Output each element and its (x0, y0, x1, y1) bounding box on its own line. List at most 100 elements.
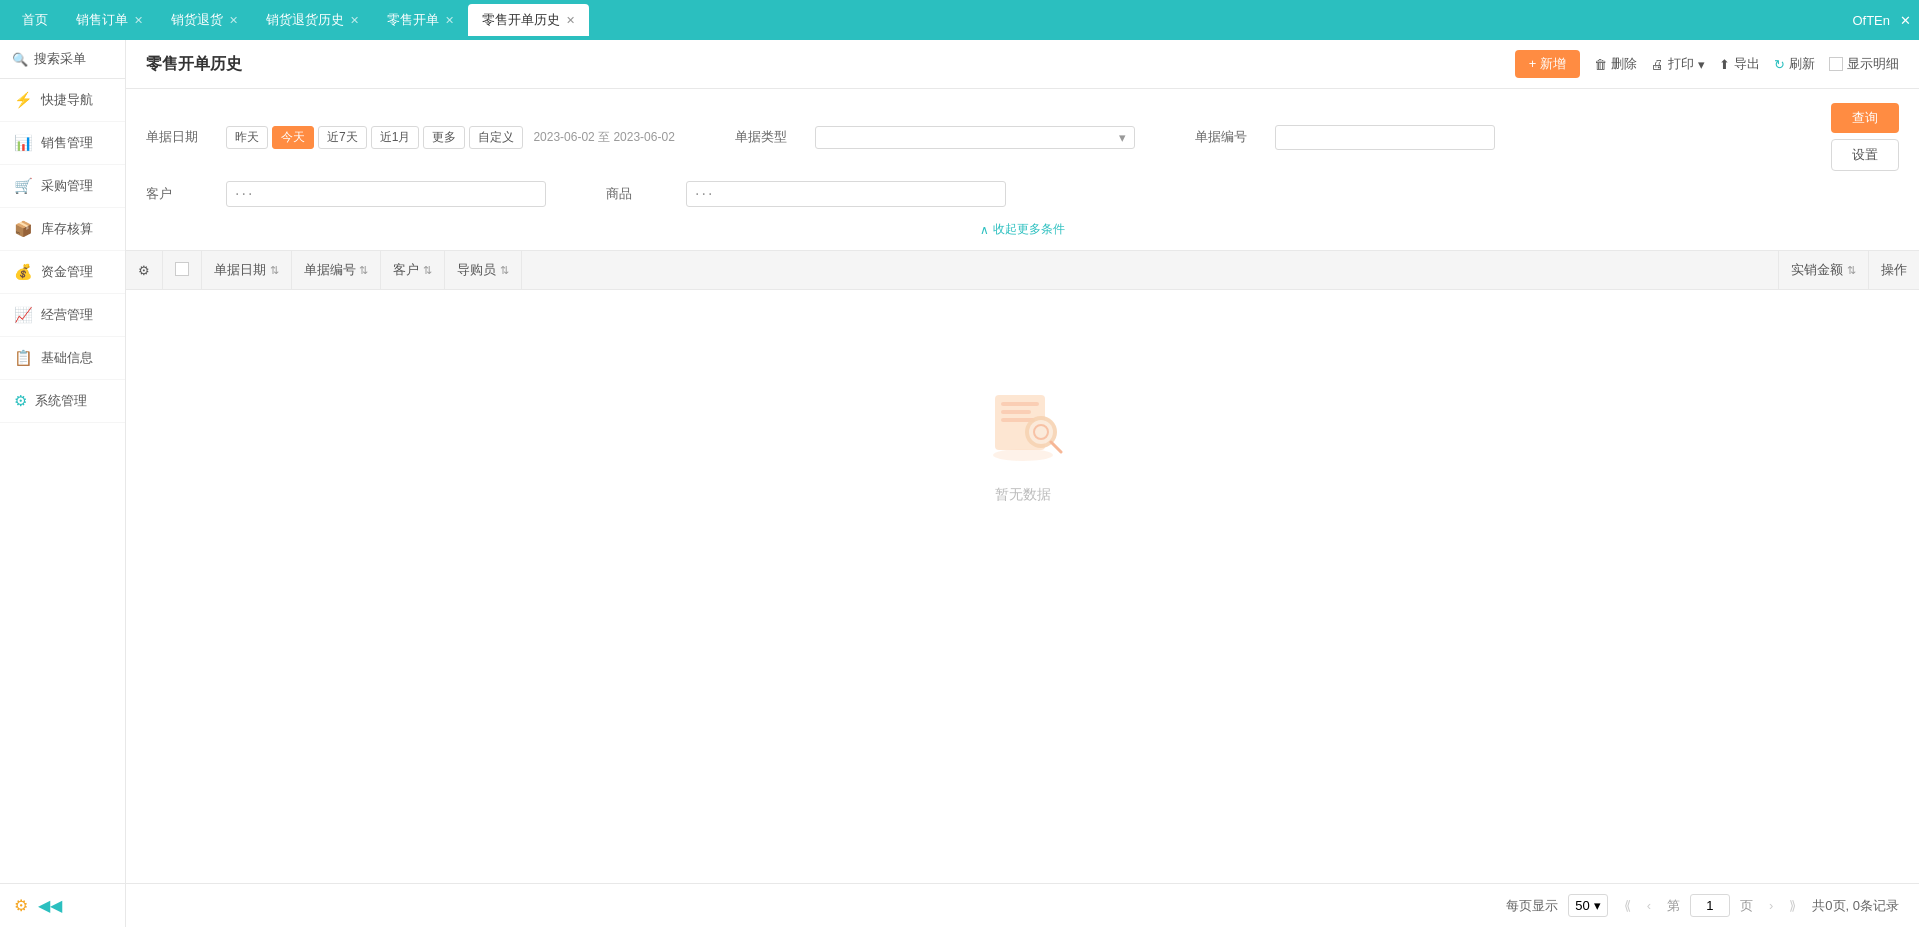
date-btn-more[interactable]: 更多 (423, 126, 465, 149)
show-detail-toggle[interactable]: 显示明细 (1829, 55, 1899, 73)
date-btn-today[interactable]: 今天 (272, 126, 314, 149)
page-size-arrow: ▾ (1594, 898, 1601, 913)
date-btn-yesterday[interactable]: 昨天 (226, 126, 268, 149)
sidebar-collapse-icon[interactable]: ◀◀ (38, 896, 62, 915)
sidebar-item-sales[interactable]: 📊 销售管理 (0, 122, 125, 165)
product-filter-select[interactable]: ··· (686, 181, 1006, 207)
tab-retail-open[interactable]: 零售开单 ✕ (373, 4, 468, 36)
close-tab-sales-order-icon[interactable]: ✕ (134, 14, 143, 27)
tab-home-label: 首页 (22, 11, 48, 29)
refresh-icon: ↻ (1774, 57, 1785, 72)
export-icon: ⬆ (1719, 57, 1730, 72)
tab-sales-order[interactable]: 销售订单 ✕ (62, 4, 157, 36)
delete-button[interactable]: 🗑 删除 (1594, 55, 1637, 73)
th-guide[interactable]: 导购员 ⇅ (444, 251, 521, 290)
purchase-icon: 🛒 (14, 177, 33, 195)
query-button[interactable]: 查询 (1831, 103, 1899, 133)
page-title: 零售开单历史 (146, 54, 242, 75)
system-icon: ⚙ (14, 392, 27, 410)
sidebar: 🔍 搜索采单 ⚡ 快捷导航 📊 销售管理 🛒 采购管理 📦 库存核算 💰 资金管… (0, 40, 126, 927)
th-date[interactable]: 单据日期 ⇅ (202, 251, 292, 290)
number-filter-input[interactable] (1275, 125, 1495, 150)
customer-filter-select[interactable]: ··· (226, 181, 546, 207)
number-filter-label: 单据编号 (1195, 128, 1255, 146)
sidebar-item-finance[interactable]: 💰 资金管理 (0, 251, 125, 294)
sidebar-item-finance-label: 资金管理 (41, 263, 93, 281)
next-page-btn[interactable]: › (1763, 896, 1779, 915)
sidebar-item-inventory[interactable]: 📦 库存核算 (0, 208, 125, 251)
table-header-row: ⚙ 单据日期 ⇅ 单据编号 ⇅ 客户 (126, 251, 1919, 290)
first-page-btn[interactable]: ⟪ (1618, 896, 1637, 915)
add-button[interactable]: + 新增 (1515, 50, 1580, 78)
prev-page-btn[interactable]: ‹ (1641, 896, 1657, 915)
customer-filter-label: 客户 (146, 185, 206, 203)
delete-label: 删除 (1611, 55, 1637, 73)
sidebar-item-quick-nav[interactable]: ⚡ 快捷导航 (0, 79, 125, 122)
close-tab-sales-return-history-icon[interactable]: ✕ (350, 14, 359, 27)
sidebar-search[interactable]: 🔍 搜索采单 (0, 40, 125, 79)
sidebar-item-basic-info[interactable]: 📋 基础信息 (0, 337, 125, 380)
th-guide-label: 导购员 (457, 262, 496, 277)
tab-sales-return-history-label: 销货退货历史 (266, 11, 344, 29)
close-tab-sales-return-icon[interactable]: ✕ (229, 14, 238, 27)
th-check[interactable] (163, 251, 202, 290)
sidebar-search-label: 搜索采单 (34, 50, 86, 68)
close-tab-retail-open-icon[interactable]: ✕ (445, 14, 454, 27)
svg-rect-2 (1001, 402, 1039, 406)
page-header: 零售开单历史 + 新增 🗑 删除 🖨 打印 ▾ ⬆ 导出 ↻ (126, 40, 1919, 89)
filter-row-1: 单据日期 昨天 今天 近7天 近1月 更多 自定义 2023-06-02 至 2… (146, 103, 1899, 171)
page-label-post: 页 (1734, 895, 1759, 917)
product-filter-dots: ··· (695, 185, 714, 203)
sidebar-item-purchase-label: 采购管理 (41, 177, 93, 195)
show-detail-text: 显示明细 (1847, 55, 1899, 73)
settings-button[interactable]: 设置 (1831, 139, 1899, 171)
th-date-sort-icon: ⇅ (270, 264, 279, 276)
tab-sales-return[interactable]: 销货退货 ✕ (157, 4, 252, 36)
select-all-checkbox[interactable] (175, 262, 189, 276)
tab-sales-return-history[interactable]: 销货退货历史 ✕ (252, 4, 373, 36)
customer-filter-dots: ··· (235, 185, 254, 203)
inventory-icon: 📦 (14, 220, 33, 238)
collapse-row[interactable]: ∧ 收起更多条件 (146, 217, 1899, 242)
date-btn-7days[interactable]: 近7天 (318, 126, 367, 149)
sidebar-gear-icon[interactable]: ⚙ (14, 896, 28, 915)
export-button[interactable]: ⬆ 导出 (1719, 55, 1760, 73)
page-size-label: 每页显示 (1506, 897, 1558, 915)
sidebar-bottom: ⚙ ◀◀ (0, 883, 125, 927)
refresh-button[interactable]: ↻ 刷新 (1774, 55, 1815, 73)
sidebar-item-purchase[interactable]: 🛒 采购管理 (0, 165, 125, 208)
tab-retail-open-history[interactable]: 零售开单历史 ✕ (468, 4, 589, 36)
sidebar-item-system-label: 系统管理 (35, 392, 87, 410)
close-tab-retail-open-history-icon[interactable]: ✕ (566, 14, 575, 27)
th-number[interactable]: 单据编号 ⇅ (291, 251, 381, 290)
th-amount[interactable]: 实销金额 ⇅ (1779, 251, 1869, 290)
topbar-close-icon[interactable]: ✕ (1900, 13, 1911, 28)
th-amount-sort-icon: ⇅ (1847, 264, 1856, 276)
type-filter-select[interactable]: ▾ (815, 126, 1135, 149)
print-button[interactable]: 🖨 打印 ▾ (1651, 55, 1705, 73)
th-gear[interactable]: ⚙ (126, 251, 163, 290)
sidebar-item-system[interactable]: ⚙ 系统管理 (0, 380, 125, 423)
th-guide-sort-icon: ⇅ (500, 264, 509, 276)
date-btn-custom[interactable]: 自定义 (469, 126, 523, 149)
table-container: ⚙ 单据日期 ⇅ 单据编号 ⇅ 客户 (126, 251, 1919, 883)
page-nav: ⟪ ‹ 第 页 › ⟫ (1618, 894, 1803, 917)
th-number-sort-icon: ⇅ (359, 264, 368, 276)
topbar-right: OfTEn ✕ (1852, 13, 1911, 28)
date-range-text: 2023-06-02 至 2023-06-02 (533, 129, 674, 146)
sidebar-item-operations[interactable]: 📈 经营管理 (0, 294, 125, 337)
top-tabbar: 首页 销售订单 ✕ 销货退货 ✕ 销货退货历史 ✕ 零售开单 ✕ 零售开单历史 … (0, 0, 1919, 40)
tab-home[interactable]: 首页 (8, 4, 62, 36)
date-btn-1month[interactable]: 近1月 (371, 126, 420, 149)
page-size-select[interactable]: 50 ▾ (1568, 894, 1607, 917)
main-layout: 🔍 搜索采单 ⚡ 快捷导航 📊 销售管理 🛒 采购管理 📦 库存核算 💰 资金管… (0, 40, 1919, 927)
tab-retail-open-history-label: 零售开单历史 (482, 11, 560, 29)
show-detail-checkbox[interactable] (1829, 57, 1843, 71)
delete-icon: 🗑 (1594, 57, 1607, 72)
page-number-input[interactable] (1690, 894, 1730, 917)
filter-row-2: 客户 ··· 商品 ··· (146, 181, 1899, 207)
last-page-btn[interactable]: ⟫ (1783, 896, 1802, 915)
basic-info-icon: 📋 (14, 349, 33, 367)
th-customer[interactable]: 客户 ⇅ (381, 251, 445, 290)
data-table: ⚙ 单据日期 ⇅ 单据编号 ⇅ 客户 (126, 251, 1919, 584)
